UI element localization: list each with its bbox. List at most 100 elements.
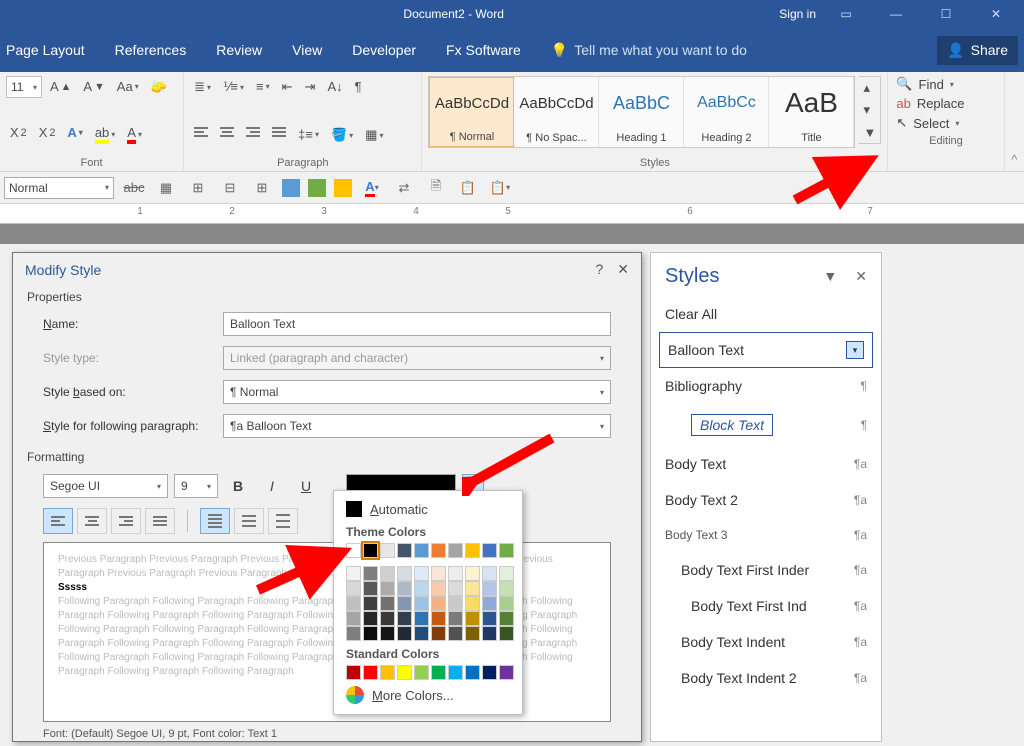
styles-gallery[interactable]: AaBbCcDd¶ Normal AaBbCcDd¶ No Spac... Aa… [428, 76, 855, 148]
justify-button[interactable] [268, 124, 290, 140]
increase-indent-button[interactable]: ⇥ [301, 76, 320, 98]
color-swatch[interactable] [448, 611, 463, 626]
tab-fx-software[interactable]: Fx Software [446, 42, 521, 58]
underline-button[interactable]: U [292, 474, 320, 498]
font-color-button[interactable]: A▾ [123, 122, 146, 147]
bullets-button[interactable]: ≣▾ [190, 76, 215, 98]
decrease-indent-button[interactable]: ⇤ [278, 76, 297, 98]
color-swatch[interactable] [499, 566, 514, 581]
sort-button[interactable]: A↓ [323, 76, 346, 97]
based-on-select[interactable]: ¶ Normal▾ [223, 380, 611, 404]
tab-review[interactable]: Review [216, 42, 262, 58]
styles-pane-options-icon[interactable]: ▼ [823, 268, 837, 285]
color-green-swatch[interactable] [308, 179, 326, 197]
tell-me-search[interactable]: 💡 Tell me what you want to do [551, 42, 747, 59]
color-swatch[interactable] [482, 596, 497, 611]
color-swatch[interactable] [465, 665, 480, 680]
font-color-icon[interactable]: A▾ [360, 177, 384, 199]
color-blue-swatch[interactable] [282, 179, 300, 197]
color-swatch[interactable] [346, 665, 361, 680]
table-icon[interactable]: ⊞ [250, 177, 274, 199]
style-heading-1[interactable]: AaBbCHeading 1 [599, 77, 684, 147]
color-swatch[interactable] [482, 581, 497, 596]
following-select[interactable]: ¶a Balloon Text▾ [223, 414, 611, 438]
style-body-text-indent-2[interactable]: Body Text Indent 2¶a [651, 660, 881, 696]
tab-developer[interactable]: Developer [352, 42, 416, 58]
color-swatch[interactable] [346, 596, 361, 611]
color-swatch[interactable] [482, 566, 497, 581]
numbering-button[interactable]: ⅟≡▾ [219, 76, 248, 98]
color-swatch[interactable] [363, 543, 378, 558]
color-swatch[interactable] [346, 566, 361, 581]
name-input[interactable]: Balloon Text [223, 312, 611, 336]
color-swatch[interactable] [397, 665, 412, 680]
color-swatch[interactable] [448, 665, 463, 680]
ruler[interactable]: 1 2 3 4 5 6 7 [0, 204, 1024, 224]
color-swatch[interactable] [414, 566, 429, 581]
color-swatch[interactable] [397, 566, 412, 581]
more-colors-button[interactable]: More Colors... [340, 682, 516, 708]
color-swatch[interactable] [499, 596, 514, 611]
color-swatch[interactable] [431, 665, 446, 680]
font-size-select[interactable]: 9▾ [174, 474, 218, 498]
style-body-text[interactable]: Body Text¶a [651, 446, 881, 482]
shading-button[interactable]: 🪣▾ [327, 124, 357, 146]
compare-icon[interactable]: ⇄ [392, 177, 416, 199]
color-swatch[interactable] [448, 626, 463, 641]
color-swatch[interactable] [346, 581, 361, 596]
color-swatch[interactable] [414, 543, 429, 558]
spacing-15-btn[interactable] [234, 508, 264, 534]
styles-scroll-up-icon[interactable]: ▴ [859, 77, 880, 99]
color-swatch[interactable] [346, 626, 361, 641]
clear-formatting-button[interactable]: 🧽 [147, 76, 171, 98]
color-swatch[interactable] [363, 581, 378, 596]
close-icon[interactable]: ✕ [976, 4, 1016, 24]
color-swatch[interactable] [397, 626, 412, 641]
replace-button[interactable]: abReplace [896, 96, 995, 111]
color-swatch[interactable] [465, 596, 480, 611]
color-swatch[interactable] [448, 566, 463, 581]
color-swatch[interactable] [380, 611, 395, 626]
color-swatch[interactable] [414, 665, 429, 680]
show-marks-button[interactable]: ¶ [351, 76, 366, 97]
grid-icon[interactable]: ⊞ [186, 177, 210, 199]
style-bibliography[interactable]: Bibliography¶ [651, 368, 881, 404]
color-swatch[interactable] [414, 581, 429, 596]
tab-references[interactable]: References [115, 42, 187, 58]
color-swatch[interactable] [482, 665, 497, 680]
maximize-icon[interactable]: ☐ [926, 4, 966, 24]
styles-pane-close-icon[interactable]: ✕ [855, 268, 867, 285]
color-swatch[interactable] [448, 596, 463, 611]
color-swatch[interactable] [499, 581, 514, 596]
color-swatch[interactable] [397, 596, 412, 611]
styles-scroll-down-icon[interactable]: ▾ [859, 99, 880, 121]
color-swatch[interactable] [380, 581, 395, 596]
clipboard-icon[interactable]: 📋▾ [488, 177, 512, 199]
font-family-select[interactable]: Segoe UI▾ [43, 474, 168, 498]
color-swatch[interactable] [414, 611, 429, 626]
font-size-combo[interactable]: 11▾ [6, 76, 42, 98]
color-swatch[interactable] [414, 626, 429, 641]
style-title[interactable]: AaBTitle [769, 77, 854, 147]
page-icon[interactable]: 🗎 [424, 177, 448, 199]
align-center-button[interactable] [216, 124, 238, 140]
chevron-down-icon[interactable]: ▾ [846, 341, 864, 359]
color-swatch[interactable] [346, 543, 361, 558]
color-swatch[interactable] [397, 543, 412, 558]
border-icon[interactable]: ▦ [154, 177, 178, 199]
bold-button[interactable]: B [224, 474, 252, 498]
color-swatch[interactable] [499, 626, 514, 641]
style-normal[interactable]: AaBbCcDd¶ Normal [429, 77, 514, 147]
color-swatch[interactable] [465, 626, 480, 641]
color-swatch[interactable] [431, 566, 446, 581]
color-swatch[interactable] [414, 596, 429, 611]
justify-btn[interactable] [145, 508, 175, 534]
color-swatch[interactable] [482, 626, 497, 641]
minimize-icon[interactable]: — [876, 4, 916, 24]
align-right-button[interactable] [242, 124, 264, 140]
style-heading-2[interactable]: AaBbCcHeading 2 [684, 77, 769, 147]
spacing-1-btn[interactable] [200, 508, 230, 534]
grow-font-button[interactable]: A▲ [46, 76, 75, 97]
color-swatch[interactable] [380, 566, 395, 581]
clear-all-button[interactable]: Clear All [651, 296, 881, 332]
